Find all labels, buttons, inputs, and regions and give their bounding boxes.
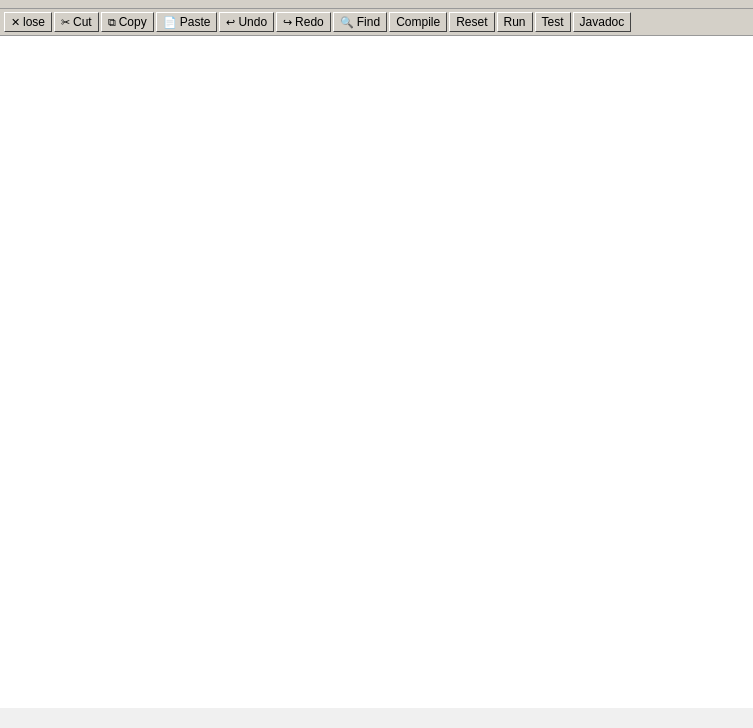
- test-button[interactable]: Test: [535, 12, 571, 32]
- find-button[interactable]: 🔍 Find: [333, 12, 387, 32]
- paste-label: Paste: [180, 15, 211, 29]
- find-icon: 🔍: [340, 16, 354, 29]
- undo-icon: ↩: [226, 16, 235, 29]
- compile-button[interactable]: Compile: [389, 12, 447, 32]
- close-icon: ✕: [11, 16, 20, 29]
- redo-button[interactable]: ↪ Redo: [276, 12, 331, 32]
- close-label: lose: [23, 15, 45, 29]
- cut-label: Cut: [73, 15, 92, 29]
- redo-icon: ↪: [283, 16, 292, 29]
- reset-button[interactable]: Reset: [449, 12, 494, 32]
- run-button[interactable]: Run: [497, 12, 533, 32]
- cut-icon: ✂: [61, 16, 70, 29]
- toolbar: ✕ lose ✂ Cut ⧉ Copy 📄 Paste ↩ Undo ↪ Red…: [0, 9, 753, 36]
- undo-label: Undo: [238, 15, 267, 29]
- undo-button[interactable]: ↩ Undo: [219, 12, 274, 32]
- cut-button[interactable]: ✂ Cut: [54, 12, 99, 32]
- copy-label: Copy: [119, 15, 147, 29]
- title-bar: [0, 0, 753, 9]
- close-button[interactable]: ✕ lose: [4, 12, 52, 32]
- find-label: Find: [357, 15, 380, 29]
- paste-icon: 📄: [163, 16, 177, 29]
- javadoc-label: Javadoc: [580, 15, 625, 29]
- run-label: Run: [504, 15, 526, 29]
- compile-label: Compile: [396, 15, 440, 29]
- javadoc-button[interactable]: Javadoc: [573, 12, 632, 32]
- copy-button[interactable]: ⧉ Copy: [101, 12, 154, 32]
- paste-button[interactable]: 📄 Paste: [156, 12, 218, 32]
- test-label: Test: [542, 15, 564, 29]
- copy-icon: ⧉: [108, 16, 116, 29]
- editor-area[interactable]: [0, 36, 753, 708]
- reset-label: Reset: [456, 15, 487, 29]
- redo-label: Redo: [295, 15, 324, 29]
